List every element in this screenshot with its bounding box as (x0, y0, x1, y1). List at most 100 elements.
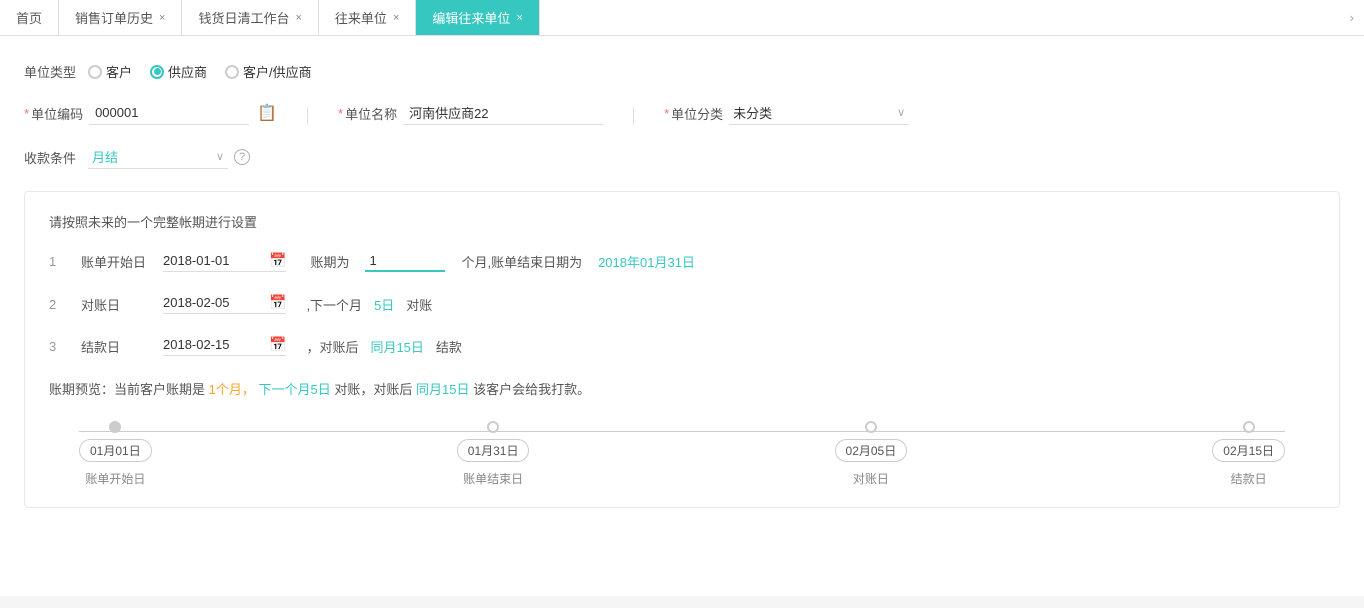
row-1-end-date: 2018年01月31日 (598, 252, 695, 271)
row-2-date-input[interactable] (163, 295, 263, 310)
radio-supplier-circle (150, 65, 164, 79)
grid-row-3: 3 结款日 📅 ，对账后 同月15日 结款 (49, 336, 1315, 356)
unit-code-field: * 单位编码 📋 (24, 101, 277, 125)
tl-sublabel-1: 账单开始日 (85, 470, 145, 487)
row-1-period-input[interactable] (365, 251, 445, 272)
grid-row-2: 2 对账日 📅 ,下一个月 5日 对账 (49, 294, 1315, 314)
grid-row-1: 1 账单开始日 📅 账期为 个月,账单结束日期为 2018年01月31日 (49, 251, 1315, 272)
fields-row: * 单位编码 📋 * 单位名称 * 单位分类 未分类 ∨ (24, 101, 1340, 125)
radio-supplier[interactable]: 供应商 (150, 62, 207, 81)
payment-cond-label: 收款条件 (24, 148, 76, 167)
preview-part2: 下一个月5日 (259, 382, 331, 397)
row-2-suffix-pre: ,下一个月 (306, 295, 362, 314)
row-1-date-input[interactable] (163, 253, 263, 268)
question-icon[interactable]: ? (234, 149, 250, 165)
unit-code-label: 单位编码 (31, 104, 83, 123)
row-2-num: 2 (49, 297, 69, 312)
preview-label: 账期预览：当前客户账期是 (49, 382, 205, 397)
tl-sublabel-3: 对账日 (853, 470, 889, 487)
tab-partner[interactable]: 往来单位 × (319, 0, 416, 35)
tl-point-2: 01月31日 账单结束日 (457, 421, 530, 487)
row-2-date-wrap: 📅 (163, 294, 286, 314)
tab-cash-work[interactable]: 钱货日清工作台 × (182, 0, 318, 35)
tl-dot-2 (487, 421, 499, 433)
tab-cash-work-close[interactable]: × (295, 12, 301, 24)
preview-part1: 1个月， (209, 382, 255, 397)
row-1-calendar-icon[interactable]: 📅 (269, 252, 286, 269)
payment-cond-value: 月结 (92, 147, 212, 166)
section-title: 请按照未来的一个完整帐期进行设置 (49, 212, 1315, 231)
row-2-calendar-icon[interactable]: 📅 (269, 294, 286, 311)
row-3-suffix-num: 同月15日 (370, 337, 423, 356)
unit-name-star: * (338, 106, 343, 121)
tab-edit-partner[interactable]: 编辑往来单位 × (416, 0, 539, 35)
tab-edit-partner-label: 编辑往来单位 (432, 8, 510, 27)
radio-both-circle (225, 65, 239, 79)
row-3-label: 结款日 (81, 337, 151, 356)
unit-code-input[interactable] (89, 101, 249, 125)
unit-type-row: 单位类型 客户 供应商 客户/供应商 (24, 62, 1340, 81)
tl-sublabel-2: 账单结束日 (463, 470, 523, 487)
unit-category-select[interactable]: 未分类 ∨ (729, 101, 909, 125)
tl-dot-1 (109, 421, 121, 433)
tl-point-4: 02月15日 结款日 (1212, 421, 1285, 487)
section-box: 请按照未来的一个完整帐期进行设置 1 账单开始日 📅 账期为 个月,账单结束日期… (24, 191, 1340, 508)
row-2-label: 对账日 (81, 295, 151, 314)
radio-customer[interactable]: 客户 (88, 62, 132, 81)
unit-type-label: 单位类型 (24, 62, 76, 81)
unit-category-label: 单位分类 (671, 104, 723, 123)
tl-sublabel-4: 结款日 (1231, 470, 1267, 487)
unit-name-input[interactable] (403, 101, 603, 125)
unit-category-field: * 单位分类 未分类 ∨ (664, 101, 909, 125)
tl-badge-1: 01月01日 (79, 439, 152, 462)
paste-icon[interactable]: 📋 (257, 103, 277, 123)
chevron-down-icon: ∨ (897, 106, 905, 119)
page-content: 单位类型 客户 供应商 客户/供应商 * 单位编码 📋 (0, 36, 1364, 596)
row-1-label: 账单开始日 (81, 252, 151, 271)
row-1-period-label: 账期为 (310, 252, 349, 271)
field-divider-2 (633, 107, 634, 125)
unit-name-field: * 单位名称 (338, 101, 603, 125)
row-3-date-wrap: 📅 (163, 336, 286, 356)
tab-partner-label: 往来单位 (335, 8, 387, 27)
tl-dot-3 (865, 421, 877, 433)
unit-category-value: 未分类 (733, 103, 893, 122)
tl-badge-2: 01月31日 (457, 439, 530, 462)
row-1-num: 1 (49, 254, 69, 269)
radio-customer-circle (88, 65, 102, 79)
tl-dot-4 (1243, 421, 1255, 433)
tab-edit-partner-close[interactable]: × (516, 12, 522, 24)
payment-cond-chevron-icon: ∨ (216, 150, 224, 163)
tabs-bar: 首页 销售订单历史 × 钱货日清工作台 × 往来单位 × 编辑往来单位 × › (0, 0, 1364, 36)
row-3-suffix-post: 结款 (436, 337, 462, 356)
tl-badge-3: 02月05日 (835, 439, 908, 462)
radio-both-label: 客户/供应商 (243, 62, 312, 81)
tl-point-1: 01月01日 账单开始日 (79, 421, 152, 487)
row-2-suffix-post: 对账 (406, 295, 432, 314)
payment-cond-select[interactable]: 月结 ∨ (88, 145, 228, 169)
timeline-container: 01月01日 账单开始日 01月31日 账单结束日 02月05日 对账日 (49, 421, 1315, 487)
row-2-suffix-num: 5日 (374, 295, 394, 314)
row-3-num: 3 (49, 339, 69, 354)
tab-partner-close[interactable]: × (393, 12, 399, 24)
unit-category-star: * (664, 106, 669, 121)
unit-code-star: * (24, 106, 29, 121)
preview-part3: 对账，对账后 (334, 382, 412, 397)
row-3-date-input[interactable] (163, 337, 263, 352)
radio-customer-label: 客户 (106, 62, 132, 81)
tl-point-3: 02月05日 对账日 (835, 421, 908, 487)
row-3-calendar-icon[interactable]: 📅 (269, 336, 286, 353)
tabs-right-arrow[interactable]: › (1340, 0, 1364, 35)
row-3-suffix-pre: ，对账后 (306, 337, 358, 356)
unit-name-label: 单位名称 (345, 104, 397, 123)
tab-home[interactable]: 首页 (0, 0, 59, 35)
field-divider-1 (307, 107, 308, 125)
tab-sales-history-close[interactable]: × (159, 12, 165, 24)
radio-both[interactable]: 客户/供应商 (225, 62, 312, 81)
tab-home-label: 首页 (16, 8, 42, 27)
preview-text: 账期预览：当前客户账期是 1个月， 下一个月5日 对账，对账后 同月15日 该客… (49, 378, 1315, 401)
payment-cond-row: 收款条件 月结 ∨ ? (24, 145, 1340, 169)
tab-sales-history[interactable]: 销售订单历史 × (59, 0, 182, 35)
radio-group: 客户 供应商 客户/供应商 (88, 62, 312, 81)
timeline-dots: 01月01日 账单开始日 01月31日 账单结束日 02月05日 对账日 (79, 421, 1285, 487)
